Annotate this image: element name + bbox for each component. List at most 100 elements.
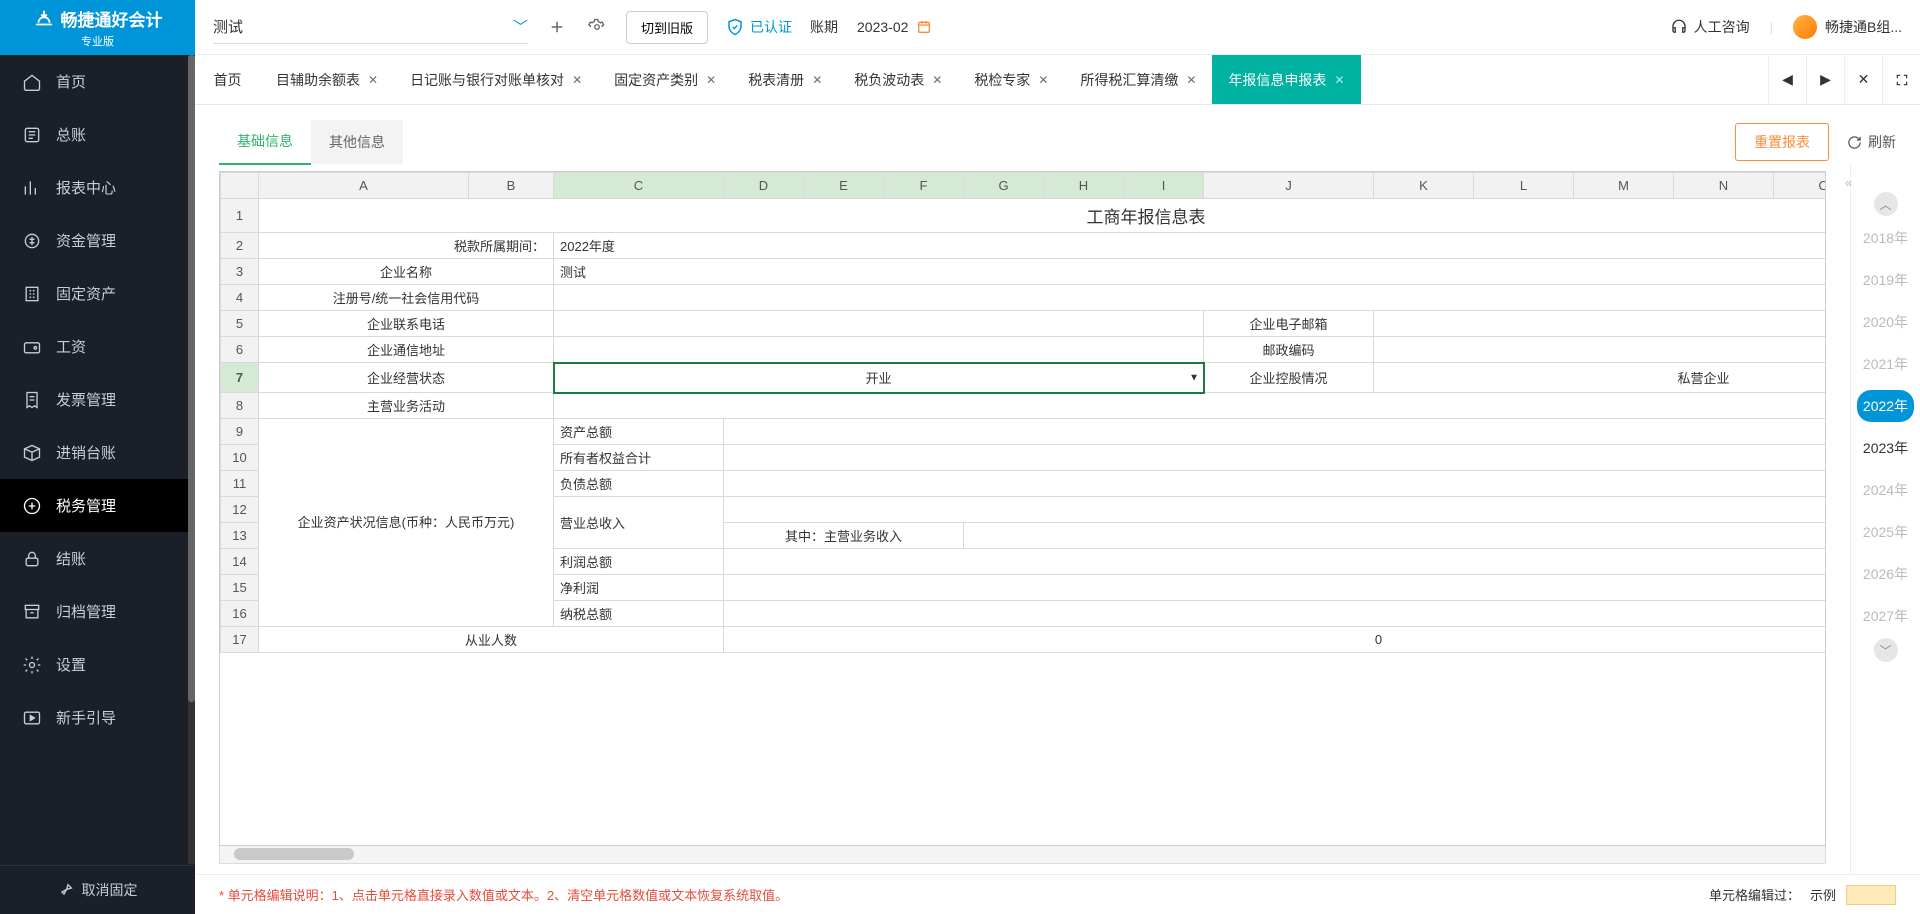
rail-collapse[interactable]: «: [1845, 175, 1863, 190]
year-item[interactable]: 2020年: [1851, 302, 1920, 342]
row-header[interactable]: 9: [221, 419, 259, 445]
row-header[interactable]: 16: [221, 601, 259, 627]
tabs-close-all[interactable]: ✕: [1844, 55, 1882, 104]
col-header[interactable]: N: [1674, 173, 1774, 199]
subtab-other[interactable]: 其他信息: [311, 120, 403, 164]
col-header[interactable]: M: [1574, 173, 1674, 199]
col-header[interactable]: F: [884, 173, 964, 199]
cell[interactable]: [1374, 337, 1827, 363]
cell[interactable]: 企业资产状况信息(币种：人民币万元): [259, 419, 554, 627]
row-header[interactable]: 3: [221, 259, 259, 285]
close-icon[interactable]: ✕: [932, 73, 942, 87]
settings-button[interactable]: [586, 16, 608, 38]
cell[interactable]: 纳税总额: [554, 601, 724, 627]
user-menu[interactable]: 畅捷通B组...: [1793, 15, 1902, 39]
close-icon[interactable]: ✕: [368, 73, 378, 87]
col-header[interactable]: K: [1374, 173, 1474, 199]
close-icon[interactable]: ✕: [1334, 73, 1344, 87]
cell[interactable]: [964, 523, 1827, 549]
cell[interactable]: 负债总额: [554, 471, 724, 497]
support-button[interactable]: 人工咨询: [1670, 17, 1750, 37]
nav-closing[interactable]: 结账: [0, 532, 195, 585]
cell[interactable]: [1374, 311, 1827, 337]
col-header[interactable]: J: [1204, 173, 1374, 199]
row-header[interactable]: 2: [221, 233, 259, 259]
cell[interactable]: 主营业务活动: [259, 393, 554, 419]
cell[interactable]: 私营企业: [1374, 363, 1827, 393]
year-item[interactable]: 2019年: [1851, 260, 1920, 300]
tab-income-tax[interactable]: 所得税汇算清缴✕: [1064, 55, 1212, 104]
year-item[interactable]: 2027年: [1851, 596, 1920, 636]
col-header[interactable]: D: [724, 173, 804, 199]
cell[interactable]: [724, 445, 1827, 471]
nav-guide[interactable]: 新手引导: [0, 691, 195, 744]
cell[interactable]: 企业电子邮箱: [1204, 311, 1374, 337]
nav-inventory[interactable]: 进销台账: [0, 426, 195, 479]
col-header[interactable]: E: [804, 173, 884, 199]
row-header[interactable]: 17: [221, 627, 259, 653]
cell[interactable]: 从业人数: [259, 627, 724, 653]
subtab-basic[interactable]: 基础信息: [219, 119, 311, 165]
year-item[interactable]: 2021年: [1851, 344, 1920, 384]
cell[interactable]: [724, 419, 1827, 445]
tabs-next[interactable]: ▶: [1806, 55, 1844, 104]
reset-report-button[interactable]: 重置报表: [1735, 123, 1829, 161]
year-item[interactable]: 2018年: [1851, 218, 1920, 258]
row-header[interactable]: 1: [221, 199, 259, 233]
close-icon[interactable]: ✕: [1186, 73, 1196, 87]
nav-invoice[interactable]: 发票管理: [0, 373, 195, 426]
cell[interactable]: 企业通信地址: [259, 337, 554, 363]
cell[interactable]: 企业控股情况: [1204, 363, 1374, 393]
tab-journal-bank[interactable]: 日记账与银行对账单核对✕: [394, 55, 598, 104]
nav-funds[interactable]: 资金管理: [0, 214, 195, 267]
cell[interactable]: 测试: [554, 259, 1827, 285]
cell[interactable]: 注册号/统一社会信用代码: [259, 285, 554, 311]
tab-tax-fluct[interactable]: 税负波动表✕: [838, 55, 958, 104]
cell[interactable]: 营业总收入: [554, 497, 724, 549]
refresh-button[interactable]: 刷新: [1847, 132, 1896, 152]
nav-ledger[interactable]: 总账: [0, 108, 195, 161]
close-icon[interactable]: ✕: [812, 73, 822, 87]
add-button[interactable]: [546, 16, 568, 38]
col-header[interactable]: I: [1124, 173, 1204, 199]
nav-reports[interactable]: 报表中心: [0, 161, 195, 214]
active-cell-dropdown[interactable]: 开业▼: [554, 363, 1204, 393]
sidebar-scrollbar[interactable]: [188, 55, 195, 864]
year-item[interactable]: 2026年: [1851, 554, 1920, 594]
year-item-active[interactable]: 2022年: [1857, 390, 1914, 422]
cell[interactable]: 利润总额: [554, 549, 724, 575]
row-header[interactable]: 11: [221, 471, 259, 497]
tab-fixed-asset-cat[interactable]: 固定资产类别✕: [598, 55, 732, 104]
nav-tax[interactable]: 税务管理: [0, 479, 195, 532]
cell[interactable]: 企业经营状态: [259, 363, 554, 393]
row-header[interactable]: 12: [221, 497, 259, 523]
tabs-prev[interactable]: ◀: [1768, 55, 1806, 104]
cell[interactable]: 其中：主营业务收入: [724, 523, 964, 549]
cell[interactable]: 税款所属期间：: [259, 233, 554, 259]
cell[interactable]: 0: [724, 627, 1827, 653]
company-select[interactable]: 测试 ﹀: [213, 10, 528, 44]
row-header[interactable]: 15: [221, 575, 259, 601]
col-header[interactable]: L: [1474, 173, 1574, 199]
cell[interactable]: [554, 311, 1204, 337]
tab-home[interactable]: 首页: [195, 55, 260, 104]
year-item[interactable]: 2025年: [1851, 512, 1920, 552]
nav-settings[interactable]: 设置: [0, 638, 195, 691]
tab-tax-register[interactable]: 税表清册✕: [732, 55, 838, 104]
row-header[interactable]: 5: [221, 311, 259, 337]
close-icon[interactable]: ✕: [706, 73, 716, 87]
cell[interactable]: [554, 393, 1827, 419]
close-icon[interactable]: ✕: [572, 73, 582, 87]
cell[interactable]: 邮政编码: [1204, 337, 1374, 363]
cell[interactable]: 2022年度: [554, 233, 1827, 259]
year-up[interactable]: ︿: [1874, 192, 1898, 216]
cell[interactable]: [724, 497, 1827, 523]
tab-annual-report[interactable]: 年报信息申报表✕: [1212, 55, 1360, 104]
row-header[interactable]: 7: [221, 363, 259, 393]
row-header[interactable]: 14: [221, 549, 259, 575]
row-header[interactable]: 10: [221, 445, 259, 471]
nav-salary[interactable]: 工资: [0, 320, 195, 373]
nav-home[interactable]: 首页: [0, 55, 195, 108]
cell[interactable]: 企业联系电话: [259, 311, 554, 337]
col-header[interactable]: B: [469, 173, 554, 199]
